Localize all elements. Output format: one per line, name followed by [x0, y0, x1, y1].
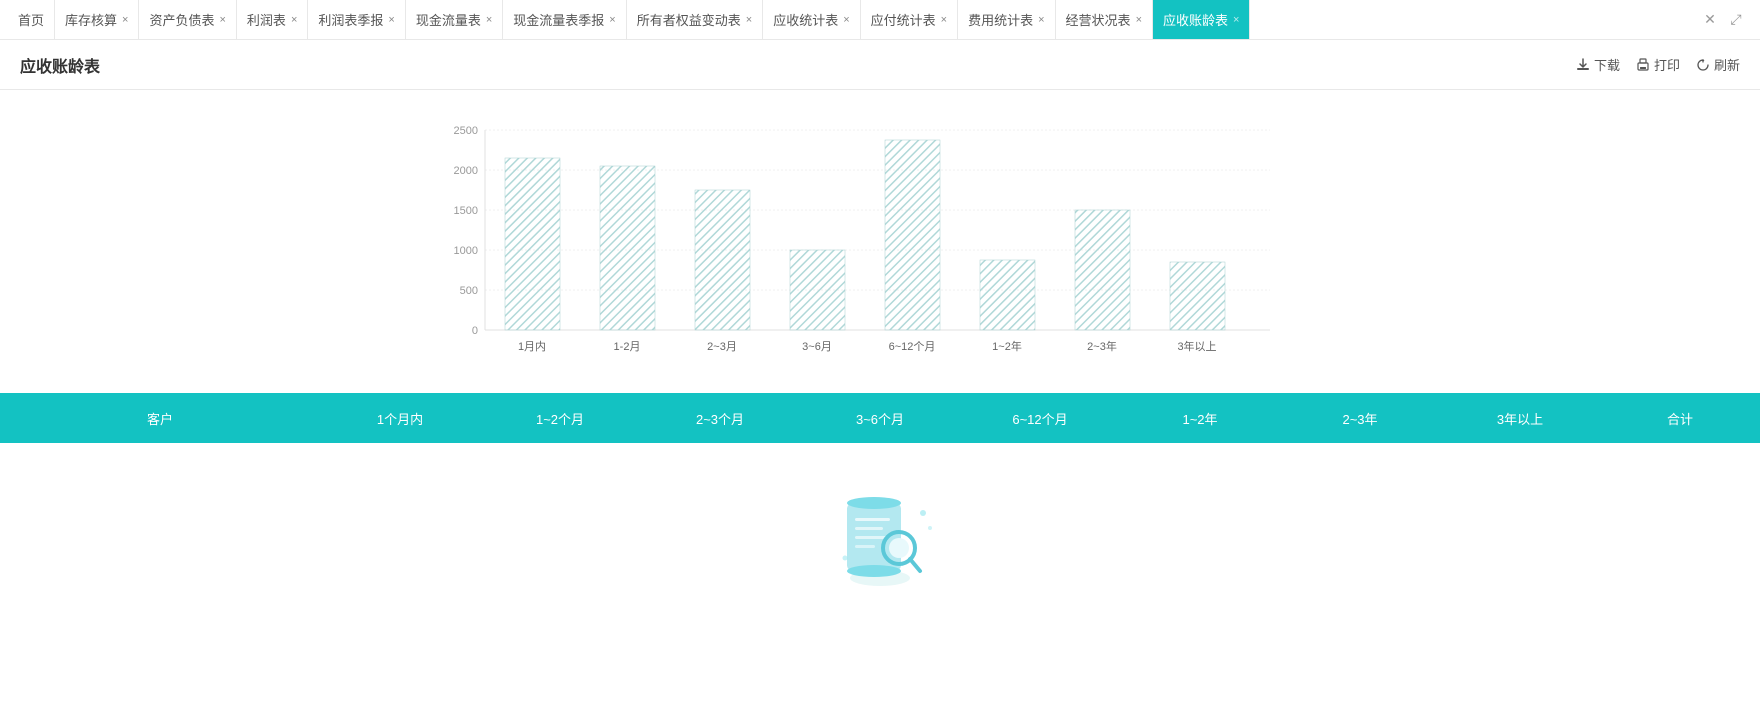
print-label: 打印	[1654, 55, 1680, 74]
tab-close-profit-loss[interactable]: ×	[291, 14, 297, 26]
refresh-label: 刷新	[1714, 55, 1740, 74]
download-label: 下载	[1594, 55, 1620, 74]
tab-close-inventory[interactable]: ×	[122, 14, 128, 26]
table-header-cell-6: 1~2年	[1120, 409, 1280, 428]
svg-text:2~3月: 2~3月	[707, 341, 737, 353]
bar-2-3月	[695, 190, 750, 330]
svg-text:2~3年: 2~3年	[1087, 339, 1117, 353]
tab-expense-stats[interactable]: 费用统计表×	[958, 0, 1055, 40]
tab-balance-sheet[interactable]: 资产负债表×	[139, 0, 236, 40]
table-header-cell-1: 1个月内	[320, 409, 480, 428]
tab-inventory[interactable]: 库存核算×	[55, 0, 139, 40]
print-icon	[1636, 58, 1650, 72]
tab-close-ar-aging[interactable]: ×	[1233, 14, 1239, 26]
refresh-icon	[1696, 58, 1710, 72]
tab-close-cashflow-quarterly[interactable]: ×	[609, 14, 615, 26]
svg-text:3~6月: 3~6月	[802, 341, 832, 353]
top-nav: 首页库存核算×资产负债表×利润表×利润表季报×现金流量表×现金流量表季报×所有者…	[0, 0, 1760, 40]
svg-text:6~12个月: 6~12个月	[889, 340, 936, 353]
tab-close-equity-changes[interactable]: ×	[746, 14, 752, 26]
tab-close-expense-stats[interactable]: ×	[1038, 14, 1044, 26]
tab-ap-stats[interactable]: 应付统计表×	[861, 0, 958, 40]
table-header-cell-0: 客户	[0, 409, 320, 428]
tab-operations[interactable]: 经营状况表×	[1056, 0, 1153, 40]
tab-close-ar-stats[interactable]: ×	[843, 14, 849, 26]
svg-text:1~2年: 1~2年	[992, 339, 1022, 353]
tab-ar-aging[interactable]: 应收账龄表×	[1153, 0, 1250, 40]
tab-close-ap-stats[interactable]: ×	[941, 14, 947, 26]
empty-state	[0, 443, 1760, 633]
tab-cashflow-quarterly[interactable]: 现金流量表季报×	[503, 0, 626, 40]
table-header-cell-9: 合计	[1600, 409, 1760, 428]
bar-chart-svg: 0 500 1000 1500 2000 2500 1月内 1-2月	[430, 110, 1290, 380]
close-window-button[interactable]: ✕	[1702, 12, 1718, 28]
tab-home[interactable]: 首页	[8, 0, 55, 40]
bar-6-12月	[885, 140, 940, 330]
table-header-cell-4: 3~6个月	[800, 409, 960, 428]
tab-close-balance-sheet[interactable]: ×	[219, 14, 225, 26]
table-header-cell-3: 2~3个月	[640, 409, 800, 428]
svg-text:1月内: 1月内	[518, 339, 546, 353]
tab-close-profit-quarterly[interactable]: ×	[388, 14, 394, 26]
tab-profit-quarterly[interactable]: 利润表季报×	[308, 0, 405, 40]
svg-text:3年以上: 3年以上	[1177, 339, 1216, 353]
header-actions: 下载 打印 刷新	[1576, 55, 1740, 74]
window-controls: ✕ ⤢	[1702, 12, 1752, 28]
bar-3-6月	[790, 250, 845, 330]
tab-ar-stats[interactable]: 应收统计表×	[763, 0, 860, 40]
tab-profit-loss[interactable]: 利润表×	[237, 0, 308, 40]
chart-area: 0 500 1000 1500 2000 2500 1月内 1-2月	[0, 90, 1760, 393]
print-button[interactable]: 打印	[1636, 55, 1680, 74]
table-header-cell-2: 1~2个月	[480, 409, 640, 428]
page-header: 应收账龄表 下载 打印 刷新	[0, 40, 1760, 90]
empty-state-icon	[825, 483, 935, 593]
tab-equity-changes[interactable]: 所有者权益变动表×	[627, 0, 763, 40]
main-content: 0 500 1000 1500 2000 2500 1月内 1-2月	[0, 90, 1760, 720]
tab-cashflow[interactable]: 现金流量表×	[406, 0, 503, 40]
download-icon	[1576, 58, 1590, 72]
svg-text:500: 500	[460, 285, 478, 297]
table-header-cell-8: 3年以上	[1440, 409, 1600, 428]
bar-1月内	[505, 158, 560, 330]
refresh-button[interactable]: 刷新	[1696, 55, 1740, 74]
table-header-cell-7: 2~3年	[1280, 409, 1440, 428]
bar-3年以上	[1170, 262, 1225, 330]
tab-close-operations[interactable]: ×	[1136, 14, 1142, 26]
svg-text:0: 0	[472, 325, 478, 337]
bar-1-2月	[600, 166, 655, 330]
maximize-window-button[interactable]: ⤢	[1728, 12, 1744, 28]
svg-text:2500: 2500	[454, 125, 478, 137]
bar-2-3年	[1075, 210, 1130, 330]
svg-text:2000: 2000	[454, 165, 478, 177]
page-title: 应收账龄表	[20, 53, 100, 77]
chart-container: 0 500 1000 1500 2000 2500 1月内 1-2月	[430, 110, 1330, 383]
table-header-cell-5: 6~12个月	[960, 409, 1120, 428]
tab-close-cashflow[interactable]: ×	[486, 14, 492, 26]
svg-text:1000: 1000	[454, 245, 478, 257]
download-button[interactable]: 下载	[1576, 55, 1620, 74]
table-header: 客户1个月内1~2个月2~3个月3~6个月6~12个月1~2年2~3年3年以上合…	[0, 393, 1760, 443]
svg-text:1-2月: 1-2月	[614, 341, 641, 353]
svg-text:1500: 1500	[454, 205, 478, 217]
bar-1-2年	[980, 260, 1035, 330]
